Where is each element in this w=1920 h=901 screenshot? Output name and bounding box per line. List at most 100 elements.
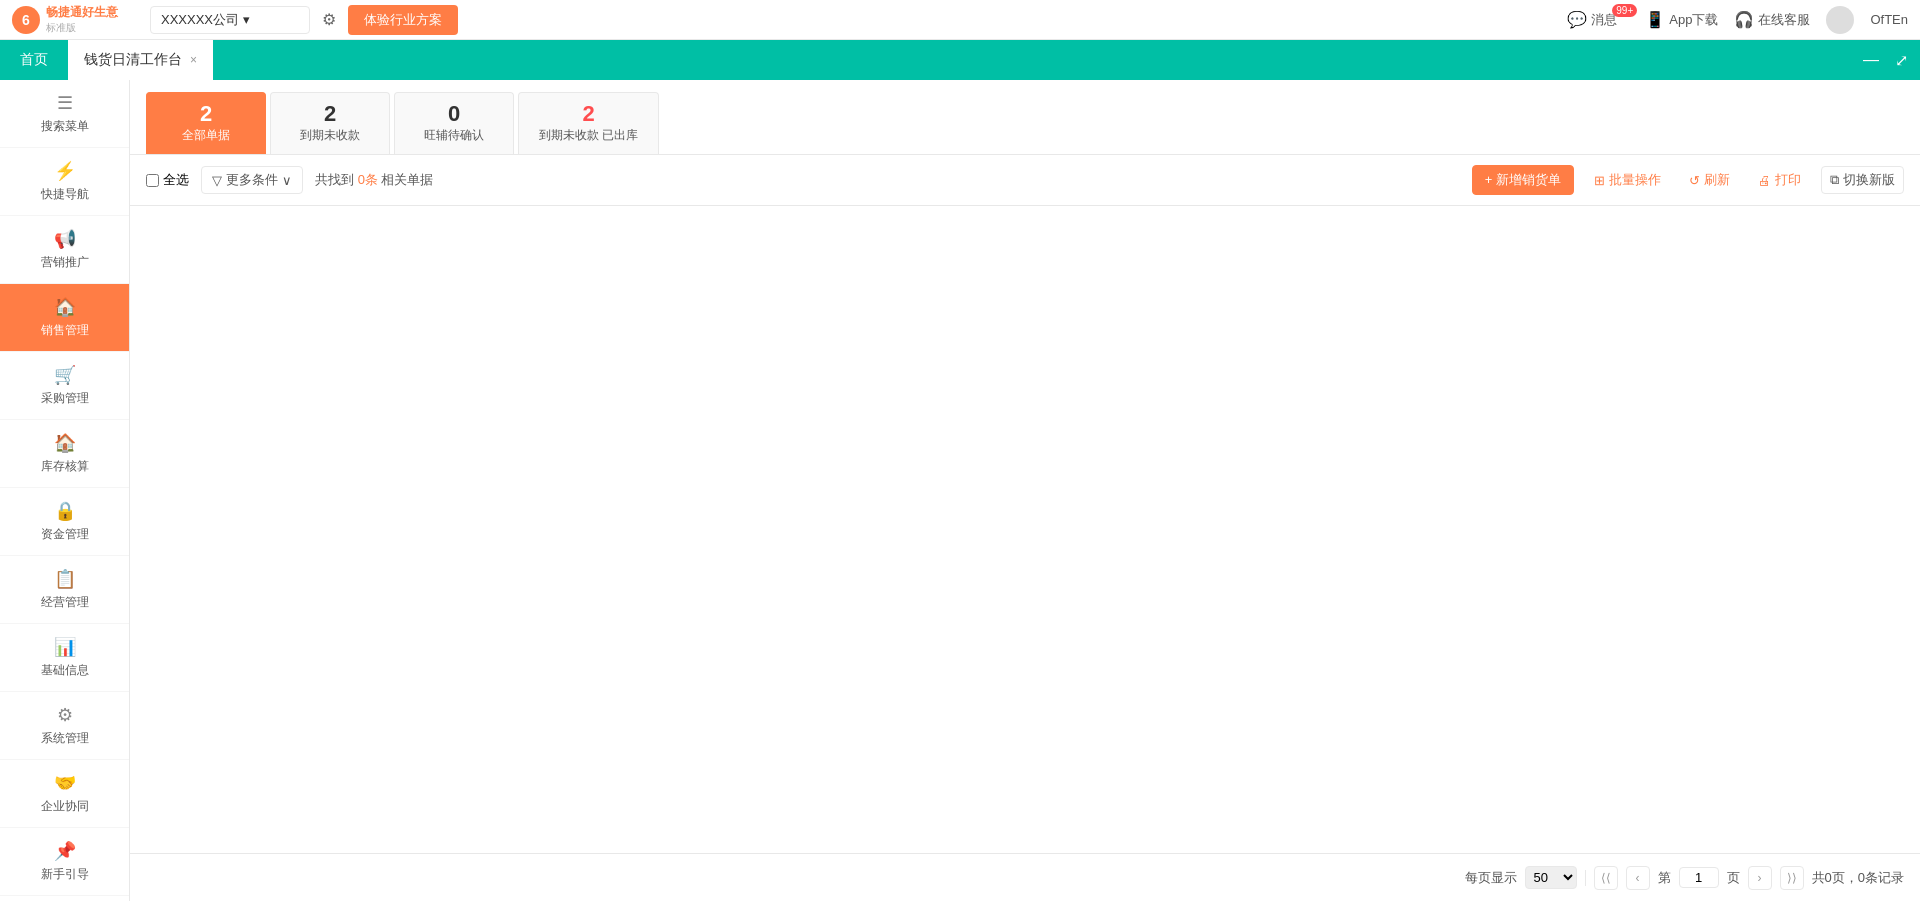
sidebar-item-system[interactable]: ⚙ 系统管理 [0,692,129,760]
sidebar: ☰ 搜索菜单 ⚡ 快捷导航 📢 营销推广 🏠 销售管理 🛒 采购管理 🏠 库存核… [0,80,130,901]
content-area: 2 全部单据 2 到期未收款 0 旺辅待确认 2 到期未收款 已出库 全选 [130,80,1920,901]
enterprise-icon: 🤝 [54,772,76,794]
add-order-button[interactable]: + 新增销货单 [1472,165,1574,195]
sidebar-label-sales: 销售管理 [41,322,89,339]
filter-label: 更多条件 [226,171,278,189]
first-page-button[interactable]: ⟨⟨ [1594,866,1618,890]
page-label: 第 [1658,869,1671,887]
logo-text: 畅捷通好生意 标准版 [46,5,118,34]
sidebar-label-operations: 经营管理 [41,594,89,611]
stat-label-wangdian: 旺辅待确认 [415,127,493,144]
table-area [130,206,1920,853]
tab-bar: 首页 钱货日清工作台 × — ⤢ [0,40,1920,80]
message-badge: 99+ [1612,4,1637,17]
per-page-select[interactable]: 50 100 200 [1525,866,1577,889]
sidebar-item-finance[interactable]: 🔒 资金管理 [0,488,129,556]
tab-home[interactable]: 首页 [0,40,68,80]
sidebar-label-basic-info: 基础信息 [41,662,89,679]
refresh-icon: ↺ [1689,173,1700,188]
sidebar-item-purchase[interactable]: 🛒 采购管理 [0,352,129,420]
per-page-label: 每页显示 [1465,869,1517,887]
sidebar-item-quick-nav[interactable]: ⚡ 快捷导航 [0,148,129,216]
next-page-button[interactable]: › [1748,866,1772,890]
stat-count-wangdian: 0 [415,101,493,127]
batch-operation-button[interactable]: ⊞ 批量操作 [1586,167,1669,193]
app-download-item[interactable]: 📱 App下载 [1645,10,1718,29]
switch-icon: ⧉ [1830,172,1839,188]
sidebar-label-enterprise: 企业协同 [41,798,89,815]
search-menu-icon: ☰ [57,92,73,114]
operations-icon: 📋 [54,568,76,590]
sidebar-item-guide[interactable]: 📌 新手引导 [0,828,129,896]
company-name: XXXXXX公司 [161,11,239,29]
stat-label-overdue-unpaid: 到期未收款 [291,127,369,144]
finance-icon: 🔒 [54,500,76,522]
prev-page-button[interactable]: ‹ [1626,866,1650,890]
sidebar-label-quick-nav: 快捷导航 [41,186,89,203]
stat-label-all: 全部单据 [167,127,245,144]
company-selector[interactable]: XXXXXX公司 ▾ [150,6,310,34]
switch-version-button[interactable]: ⧉ 切换新版 [1821,166,1904,194]
page-number-input[interactable] [1679,867,1719,888]
page-unit: 页 [1727,869,1740,887]
divider [1585,870,1586,886]
sidebar-item-marketing[interactable]: 📢 营销推广 [0,216,129,284]
stat-tab-overdue-out[interactable]: 2 到期未收款 已出库 [518,92,659,154]
username: OfTEn [1870,12,1908,27]
trial-button[interactable]: 体验行业方案 [348,5,458,35]
stat-tab-all[interactable]: 2 全部单据 [146,92,266,154]
sidebar-item-search-menu[interactable]: ☰ 搜索菜单 [0,80,129,148]
main-layout: ☰ 搜索菜单 ⚡ 快捷导航 📢 营销推广 🏠 销售管理 🛒 采购管理 🏠 库存核… [0,80,1920,901]
sidebar-item-inventory[interactable]: 🏠 库存核算 [0,420,129,488]
logo-icon: 6 [12,6,40,34]
print-button[interactable]: 🖨 打印 [1750,167,1809,193]
settings-icon[interactable]: ⚙ [318,6,340,33]
sidebar-label-marketing: 营销推广 [41,254,89,271]
message-item[interactable]: 💬 消息 99+ [1567,10,1629,29]
sidebar-item-enterprise[interactable]: 🤝 企业协同 [0,760,129,828]
tab-maximize-icon[interactable]: ⤢ [1891,47,1912,74]
filter-icon: ▽ [212,173,222,188]
headset-icon: 🎧 [1734,10,1754,29]
stat-label-overdue-out: 到期未收款 已出库 [539,127,638,144]
refresh-button[interactable]: ↺ 刷新 [1681,167,1738,193]
checkbox-input[interactable] [146,174,159,187]
sidebar-label-purchase: 采购管理 [41,390,89,407]
system-icon: ⚙ [57,704,73,726]
sidebar-label-guide: 新手引导 [41,866,89,883]
filter-chevron: ∨ [282,173,292,188]
tab-workbench[interactable]: 钱货日清工作台 × [68,40,213,80]
stat-count-all: 2 [167,101,245,127]
inventory-icon: 🏠 [54,432,76,454]
sidebar-item-basic-info[interactable]: 📊 基础信息 [0,624,129,692]
sidebar-item-sales[interactable]: 🏠 销售管理 [0,284,129,352]
avatar[interactable] [1826,6,1854,34]
stat-tab-overdue-unpaid[interactable]: 2 到期未收款 [270,92,390,154]
table-content [130,206,1920,853]
sidebar-item-operations[interactable]: 📋 经营管理 [0,556,129,624]
sidebar-label-inventory: 库存核算 [41,458,89,475]
stat-count-overdue-unpaid: 2 [291,101,369,127]
chevron-down-icon: ▾ [243,12,250,27]
quick-nav-icon: ⚡ [54,160,76,182]
tab-bar-right: — ⤢ [1859,47,1920,74]
sidebar-label-search-menu: 搜索菜单 [41,118,89,135]
last-page-button[interactable]: ⟩⟩ [1780,866,1804,890]
sidebar-item-app-center[interactable]: 📦 应用中心 [0,896,129,901]
print-icon: 🖨 [1758,173,1771,188]
stat-count-overdue-out: 2 [539,101,638,127]
filter-button[interactable]: ▽ 更多条件 ∨ [201,166,303,194]
online-service-item[interactable]: 🎧 在线客服 [1734,10,1810,29]
select-all-checkbox[interactable]: 全选 [146,171,189,189]
stat-tab-wangdian[interactable]: 0 旺辅待确认 [394,92,514,154]
total-label: 共0页，0条记录 [1812,869,1904,887]
tab-close-icon[interactable]: × [190,53,197,67]
pagination: 每页显示 50 100 200 ⟨⟨ ‹ 第 页 › ⟩⟩ 共0页，0条记录 [130,853,1920,901]
tab-minimize-icon[interactable]: — [1859,47,1883,73]
stats-tabs: 2 全部单据 2 到期未收款 0 旺辅待确认 2 到期未收款 已出库 [130,80,1920,155]
top-bar-right: 💬 消息 99+ 📱 App下载 🎧 在线客服 OfTEn [1567,6,1908,34]
sidebar-label-finance: 资金管理 [41,526,89,543]
toolbar: 全选 ▽ 更多条件 ∨ 共找到 0条 相关单据 + 新增销货单 ⊞ 批量操作 ↺ [130,155,1920,206]
purchase-icon: 🛒 [54,364,76,386]
top-bar: 6 畅捷通好生意 标准版 XXXXXX公司 ▾ ⚙ 体验行业方案 💬 消息 99… [0,0,1920,40]
